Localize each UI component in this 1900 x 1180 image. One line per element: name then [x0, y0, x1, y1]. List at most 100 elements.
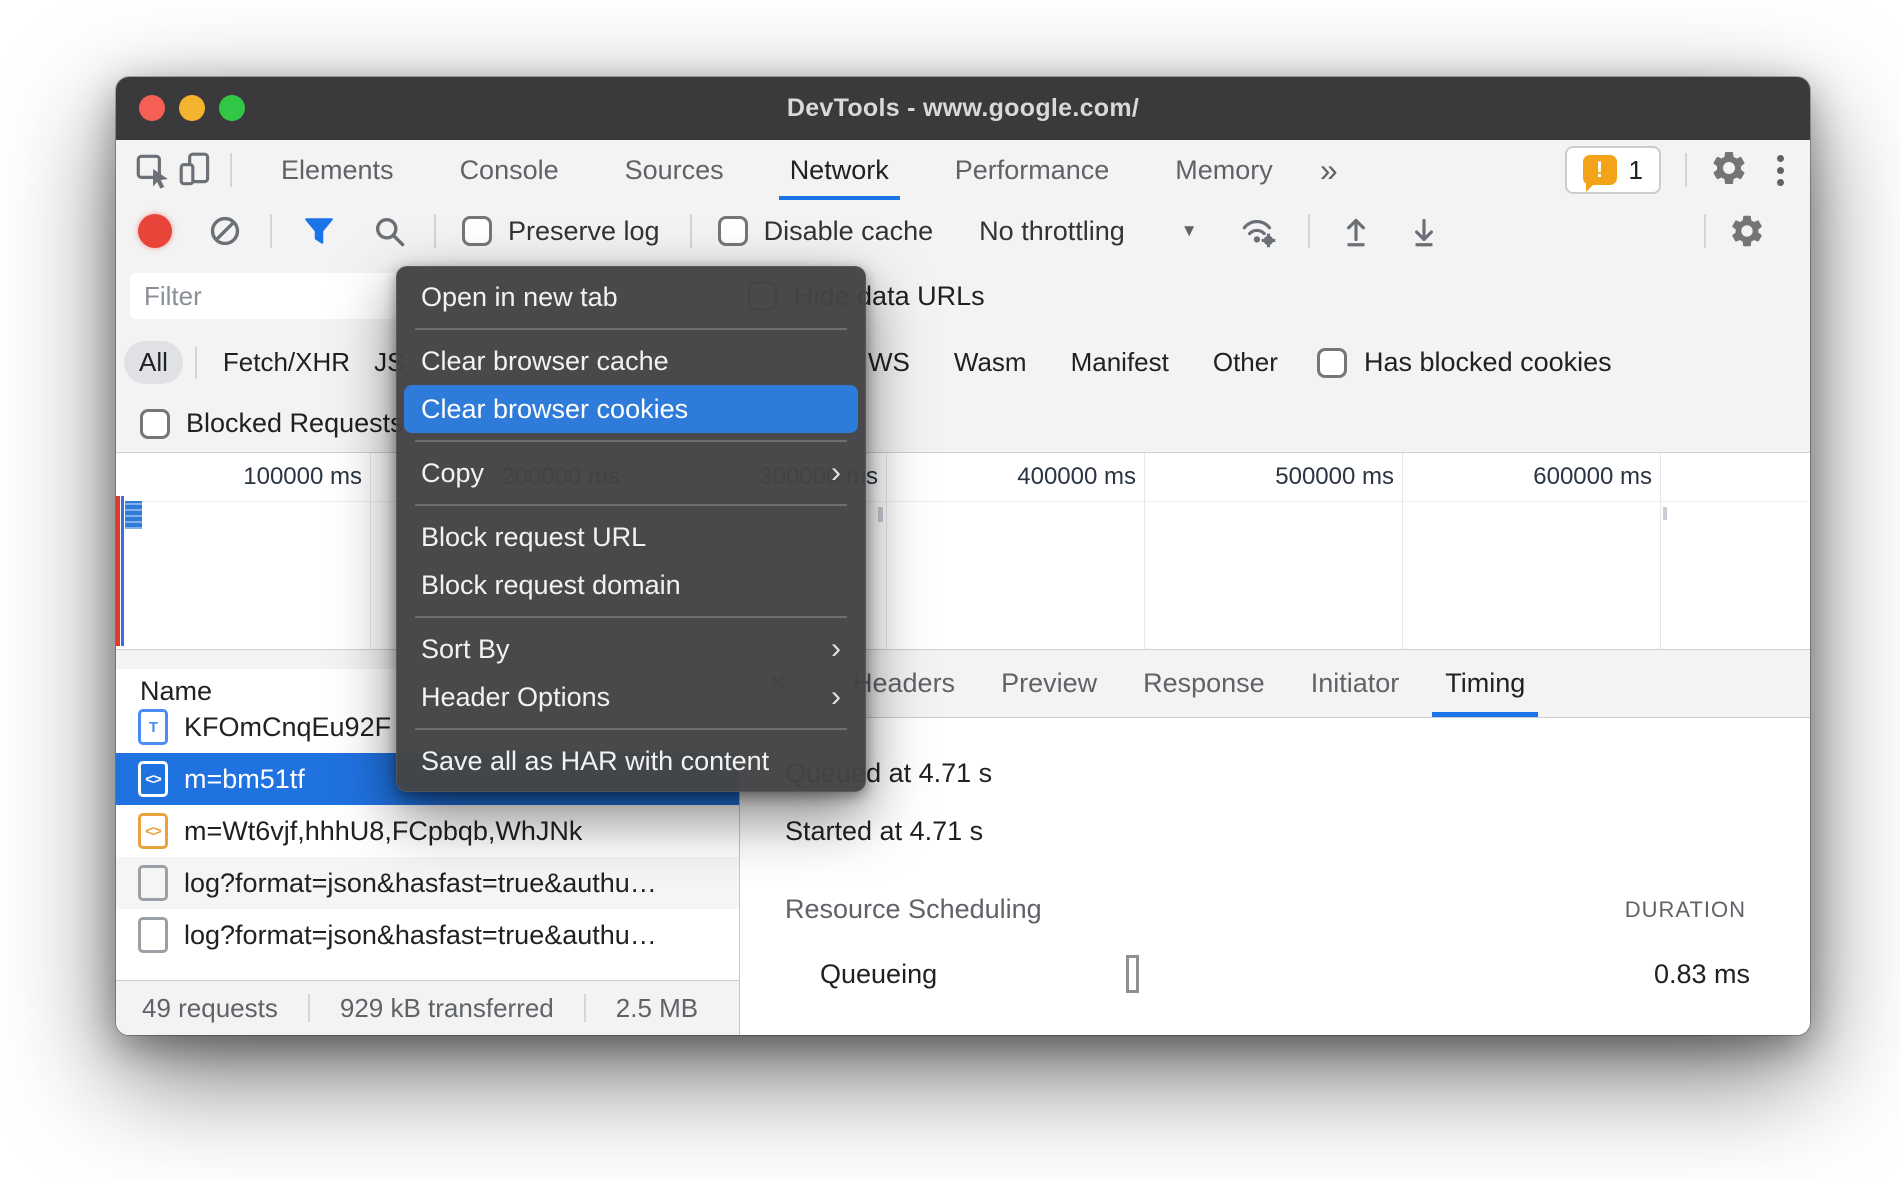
menu-item-header-options[interactable]: Header Options› [396, 673, 866, 721]
menu-item-block-request-url[interactable]: Block request URL [396, 513, 866, 561]
timing-row-queueing: Queueing 0.83 ms [820, 955, 1750, 993]
window-title: DevTools - www.google.com/ [116, 94, 1810, 123]
toolbar-divider [270, 214, 272, 248]
preserve-log-label: Preserve log [508, 216, 660, 247]
tab-memory[interactable]: Memory [1142, 140, 1306, 200]
toolbar-divider [434, 214, 436, 248]
import-har-icon[interactable] [1340, 213, 1372, 249]
clear-network-log-icon[interactable] [208, 214, 242, 248]
more-options-icon[interactable] [1777, 155, 1784, 186]
load-event-marker [116, 496, 120, 646]
details-tab-initiator[interactable]: Initiator [1288, 650, 1423, 717]
started-at-text: Started at 4.71 s [785, 814, 1810, 848]
request-row[interactable]: log?format=json&hasfast=true&authu… [116, 857, 739, 909]
network-settings-gear-icon[interactable] [1728, 212, 1766, 250]
filter-chip-wasm[interactable]: Wasm [954, 347, 1027, 378]
tab-elements[interactable]: Elements [248, 140, 427, 200]
timing-panel: Queued at 4.71 s Started at 4.71 s Resou… [740, 718, 1810, 993]
filter-icon[interactable] [302, 215, 336, 247]
issues-badge-button[interactable]: ! 1 [1565, 146, 1661, 194]
overview-request-tick [878, 507, 883, 522]
tab-performance[interactable]: Performance [922, 140, 1143, 200]
menu-item-copy[interactable]: Copy› [396, 449, 866, 497]
queued-at-text: Queued at 4.71 s [785, 756, 1810, 790]
timeline-tick: 400000 ms [986, 453, 1136, 501]
panel-tabs: Elements Console Sources Network Perform… [248, 140, 1306, 200]
window-titlebar[interactable]: DevTools - www.google.com/ [116, 77, 1810, 140]
inspect-element-icon[interactable] [130, 148, 174, 192]
search-icon[interactable] [372, 214, 406, 248]
filter-chip-all[interactable]: All [124, 341, 183, 384]
timing-row-label: Queueing [820, 959, 1126, 990]
more-tabs-icon[interactable]: » [1320, 152, 1338, 189]
warning-bubble-icon: ! [1583, 155, 1617, 185]
details-tab-response[interactable]: Response [1120, 650, 1288, 717]
disable-cache-label: Disable cache [764, 216, 934, 247]
details-tabbar: × Headers Preview Response Initiator Tim… [740, 650, 1810, 718]
menu-item-open-in-new-tab[interactable]: Open in new tab [396, 273, 866, 321]
filter-chip-fetch-xhr[interactable]: Fetch/XHR [223, 347, 350, 378]
blocked-requests-checkbox[interactable] [140, 409, 170, 439]
close-window-button[interactable] [139, 95, 165, 121]
filter-chip-manifest[interactable]: Manifest [1071, 347, 1169, 378]
settings-gear-icon[interactable] [1709, 148, 1749, 193]
network-overview[interactable]: 100000 ms 200000 ms 300000 ms 400000 ms … [116, 452, 1810, 650]
timing-bar [1126, 955, 1139, 993]
timeline-gridline [1144, 453, 1145, 649]
font-file-icon: T [138, 709, 168, 745]
submenu-arrow-icon: › [831, 451, 841, 495]
network-panel-body: Name T KFOmCnqEu92F <> m=bm51tf <> m=Wt6… [116, 650, 1810, 1035]
generic-file-icon [138, 917, 168, 953]
timing-row-duration: 0.83 ms [1654, 959, 1750, 990]
generic-file-icon [138, 865, 168, 901]
details-tab-timing[interactable]: Timing [1422, 650, 1548, 717]
device-toolbar-icon[interactable] [174, 148, 218, 192]
timing-section-title: Resource Scheduling [785, 894, 1042, 925]
context-menu: Open in new tab Clear browser cache Clea… [396, 266, 866, 792]
summary-divider [584, 994, 586, 1022]
menu-separator [415, 728, 847, 730]
overview-selection-window[interactable] [125, 501, 142, 529]
request-row[interactable]: log?format=json&hasfast=true&authu… [116, 909, 739, 961]
timeline-ruler-border [116, 501, 1810, 502]
timeline-tick: 600000 ms [1502, 453, 1652, 501]
summary-bar: 49 requests 929 kB transferred 2.5 MB [116, 980, 739, 1035]
details-tab-preview[interactable]: Preview [978, 650, 1120, 717]
disable-cache-checkbox[interactable] [718, 216, 748, 246]
preserve-log-checkbox[interactable] [462, 216, 492, 246]
request-details-pane: × Headers Preview Response Initiator Tim… [740, 650, 1810, 1035]
menu-item-clear-browser-cache[interactable]: Clear browser cache [396, 337, 866, 385]
resources-size: 2.5 MB [616, 993, 698, 1024]
zoom-window-button[interactable] [219, 95, 245, 121]
has-blocked-cookies-checkbox[interactable] [1317, 348, 1347, 378]
record-network-log-icon[interactable] [138, 214, 172, 248]
menu-separator [415, 328, 847, 330]
tab-network[interactable]: Network [757, 140, 922, 200]
request-row[interactable]: <> m=Wt6vjf,hhhU8,FCpbqb,WhJNk [116, 805, 739, 857]
submenu-arrow-icon: › [831, 675, 841, 719]
chevron-down-icon[interactable]: ▼ [1181, 221, 1198, 241]
filter-chip-ws[interactable]: WS [868, 347, 910, 378]
timeline-tick: 100000 ms [212, 453, 362, 501]
tab-console[interactable]: Console [427, 140, 592, 200]
minimize-window-button[interactable] [179, 95, 205, 121]
toolbar-divider [1704, 214, 1706, 248]
timeline-gridline [1660, 453, 1661, 649]
export-har-icon[interactable] [1408, 213, 1440, 249]
toolbar-divider [1685, 153, 1687, 187]
network-conditions-icon[interactable] [1238, 213, 1280, 249]
menu-item-clear-browser-cookies[interactable]: Clear browser cookies [404, 385, 858, 433]
filter-row: Hide data URLs [116, 262, 1810, 330]
script-file-icon: <> [138, 761, 168, 797]
toolbar-divider [1308, 214, 1310, 248]
filter-chip-other[interactable]: Other [1213, 347, 1278, 378]
devtools-tabbar: Elements Console Sources Network Perform… [116, 140, 1810, 201]
menu-separator [415, 504, 847, 506]
menu-item-block-request-domain[interactable]: Block request domain [396, 561, 866, 609]
has-blocked-cookies-label: Has blocked cookies [1364, 347, 1612, 378]
menu-item-sort-by[interactable]: Sort By› [396, 625, 866, 673]
issues-count: 1 [1629, 155, 1643, 186]
throttling-select[interactable]: No throttling [979, 216, 1125, 247]
menu-item-save-all-as-har[interactable]: Save all as HAR with content [396, 737, 866, 785]
tab-sources[interactable]: Sources [592, 140, 757, 200]
